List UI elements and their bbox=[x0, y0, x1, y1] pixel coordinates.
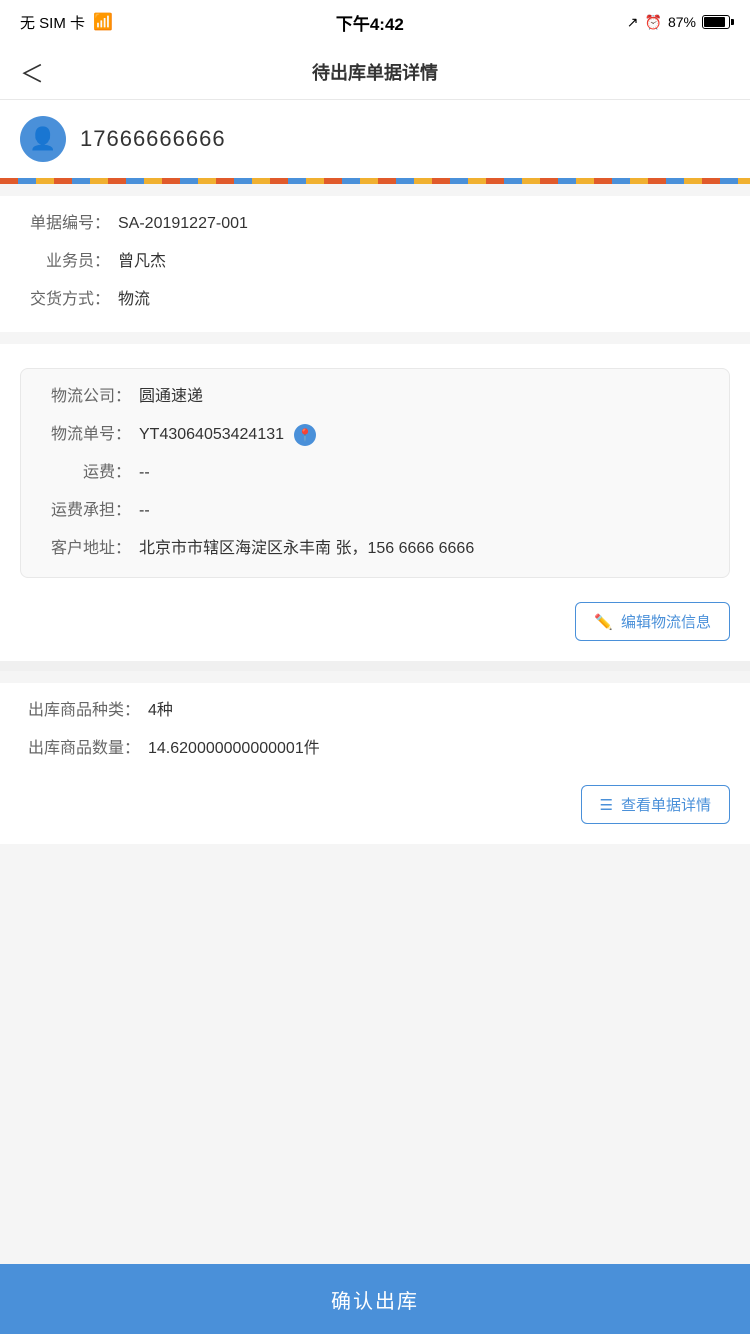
list-icon: ☰ bbox=[600, 796, 613, 814]
product-types-row: 出库商品种类： 4种 bbox=[20, 699, 730, 723]
battery-fill bbox=[704, 17, 725, 27]
view-detail-label: 查看单据详情 bbox=[621, 794, 711, 815]
edit-icon: ✏️ bbox=[594, 613, 613, 631]
status-right: ↗ ⏰ 87% bbox=[627, 14, 730, 31]
product-quantity-label: 出库商品数量： bbox=[20, 737, 140, 761]
tracking-no-label: 物流单号： bbox=[41, 423, 131, 447]
tracking-no-value: YT43064053424131 📍 bbox=[139, 423, 709, 447]
confirm-button[interactable]: 确认出库 bbox=[0, 1264, 750, 1334]
delivery-label: 交货方式： bbox=[20, 288, 110, 312]
salesman-row: 业务员： 曾凡杰 bbox=[20, 250, 730, 274]
salesman-value: 曾凡杰 bbox=[118, 250, 730, 274]
logistics-section: 物流公司： 圆通速递 物流单号： YT43064053424131 📍 运费： … bbox=[0, 344, 750, 661]
avatar-icon: 👤 bbox=[29, 126, 56, 152]
order-no-row: 单据编号： SA-20191227-001 bbox=[20, 212, 730, 236]
logistics-company-label: 物流公司： bbox=[41, 385, 131, 409]
tracking-no-row: 物流单号： YT43064053424131 📍 bbox=[41, 423, 709, 447]
product-quantity-value: 14.620000000000001件 bbox=[148, 737, 730, 761]
location-status-icon: ↗ bbox=[627, 14, 639, 31]
signal-icon: 📶 bbox=[93, 12, 113, 32]
alarm-icon: ⏰ bbox=[645, 14, 662, 31]
freight-bear-value: -- bbox=[139, 499, 709, 523]
battery-percent: 87% bbox=[668, 14, 696, 30]
product-types-label: 出库商品种类： bbox=[20, 699, 140, 723]
avatar: 👤 bbox=[20, 116, 66, 162]
back-button[interactable]: ＜ bbox=[20, 54, 60, 89]
status-bar: 无 SIM 卡 📶 下午4:42 ↗ ⏰ 87% bbox=[0, 0, 750, 44]
order-info-section: 单据编号： SA-20191227-001 业务员： 曾凡杰 交货方式： 物流 bbox=[0, 196, 750, 332]
view-detail-btn-row: ☰ 查看单据详情 bbox=[20, 775, 730, 824]
spacer bbox=[0, 844, 750, 1044]
section-separator bbox=[0, 661, 750, 671]
edit-logistics-button[interactable]: ✏️ 编辑物流信息 bbox=[575, 602, 730, 641]
logistics-card: 物流公司： 圆通速递 物流单号： YT43064053424131 📍 运费： … bbox=[20, 368, 730, 578]
confirm-button-label: 确认出库 bbox=[331, 1285, 419, 1314]
tracking-no-text: YT43064053424131 bbox=[139, 423, 284, 447]
nav-bar: ＜ 待出库单据详情 bbox=[0, 44, 750, 100]
battery-icon bbox=[702, 15, 730, 29]
edit-logistics-label: 编辑物流信息 bbox=[621, 611, 711, 632]
order-no-label: 单据编号： bbox=[20, 212, 110, 236]
freight-label: 运费： bbox=[41, 461, 131, 485]
logistics-company-value: 圆通速递 bbox=[139, 385, 709, 409]
address-value: 北京市市辖区海淀区永丰南 张，156 6666 6666 bbox=[139, 537, 709, 561]
page-title: 待出库单据详情 bbox=[312, 59, 438, 85]
customer-phone: 17666666666 bbox=[80, 126, 226, 152]
freight-row: 运费： -- bbox=[41, 461, 709, 485]
address-label: 客户地址： bbox=[41, 537, 131, 561]
address-row: 客户地址： 北京市市辖区海淀区永丰南 张，156 6666 6666 bbox=[41, 537, 709, 561]
map-pin-icon[interactable]: 📍 bbox=[294, 424, 316, 446]
freight-bear-row: 运费承担： -- bbox=[41, 499, 709, 523]
product-types-value: 4种 bbox=[148, 699, 730, 723]
delivery-row: 交货方式： 物流 bbox=[20, 288, 730, 312]
order-no-value: SA-20191227-001 bbox=[118, 212, 730, 236]
customer-header: 👤 17666666666 bbox=[0, 100, 750, 178]
inventory-section: 出库商品种类： 4种 出库商品数量： 14.620000000000001件 ☰… bbox=[0, 683, 750, 844]
edit-logistics-btn-row: ✏️ 编辑物流信息 bbox=[20, 592, 730, 641]
delivery-value: 物流 bbox=[118, 288, 730, 312]
freight-value: -- bbox=[139, 461, 709, 485]
product-quantity-row: 出库商品数量： 14.620000000000001件 bbox=[20, 737, 730, 761]
dashed-divider bbox=[0, 178, 750, 184]
view-detail-button[interactable]: ☰ 查看单据详情 bbox=[581, 785, 730, 824]
carrier-label: 无 SIM 卡 bbox=[20, 12, 85, 33]
status-left: 无 SIM 卡 📶 bbox=[20, 12, 113, 33]
logistics-company-row: 物流公司： 圆通速递 bbox=[41, 385, 709, 409]
status-time: 下午4:42 bbox=[336, 10, 404, 35]
salesman-label: 业务员： bbox=[20, 250, 110, 274]
freight-bear-label: 运费承担： bbox=[41, 499, 131, 523]
